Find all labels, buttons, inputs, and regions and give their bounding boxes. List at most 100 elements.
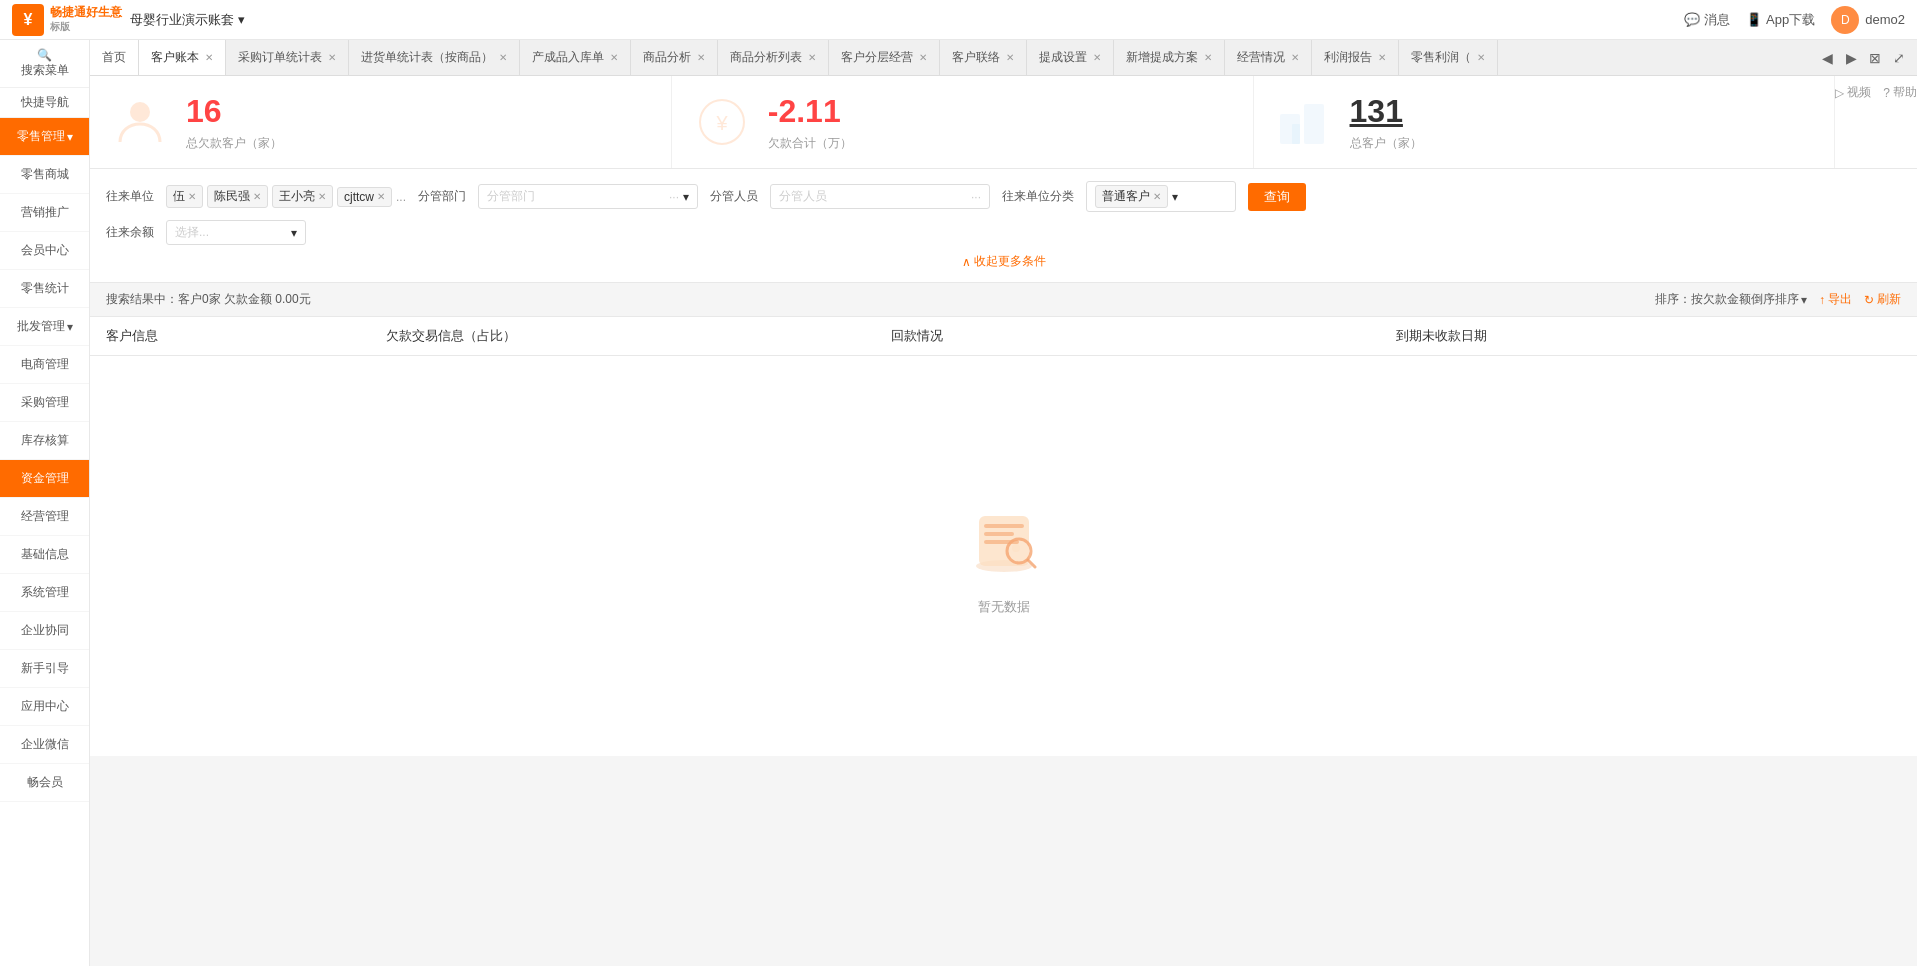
empty-illustration	[959, 496, 1049, 586]
sidebar-item-operation[interactable]: 经营管理	[0, 498, 89, 536]
refresh-btn[interactable]: ↻ 刷新	[1864, 291, 1901, 308]
dept-select[interactable]: 分管部门 ··· ▾	[478, 184, 698, 209]
sidebar-item-new-guide[interactable]: 新手引导	[0, 650, 89, 688]
svg-point-0	[130, 102, 150, 122]
tab-customer-contact[interactable]: 客户联络 ✕	[940, 40, 1027, 76]
table-body: 暂无数据	[90, 356, 1917, 756]
tab-expand-btn[interactable]: ⊠	[1865, 48, 1885, 68]
refresh-icon: ↻	[1864, 293, 1874, 307]
help-btn[interactable]: ? 帮助	[1883, 84, 1917, 101]
unit-tag-wu: 伍 ✕	[166, 185, 203, 208]
sidebar-item-basic-info[interactable]: 基础信息	[0, 536, 89, 574]
sidebar-item-member-center[interactable]: 会员中心	[0, 232, 89, 270]
sidebar-item-purchase[interactable]: 采购管理	[0, 384, 89, 422]
help-icon: ?	[1883, 86, 1890, 100]
tab-close-icon[interactable]: ✕	[1477, 52, 1485, 63]
sort-dropdown-icon: ▾	[1801, 293, 1807, 307]
sidebar-item-retail-stats[interactable]: 零售统计	[0, 270, 89, 308]
app-download-btn[interactable]: 📱 App下载	[1746, 11, 1815, 29]
svg-point-13	[1012, 544, 1020, 552]
sidebar-quick-nav[interactable]: 快捷导航	[0, 88, 89, 118]
user-area[interactable]: D demo2	[1831, 6, 1905, 34]
sidebar-item-app-center[interactable]: 应用中心	[0, 688, 89, 726]
tab-close-icon[interactable]: ✕	[1378, 52, 1386, 63]
company-selector[interactable]: 母婴行业演示账套 ▾	[130, 11, 245, 29]
tab-controls: ◀ ▶ ⊠ ⤢	[1809, 48, 1917, 68]
unit-filter-tags: 伍 ✕ 陈民强 ✕ 王小亮 ✕ cjttcw ✕	[166, 185, 406, 208]
unit-tag-chen-close[interactable]: ✕	[253, 191, 261, 202]
unit-category-label: 往来单位分类	[1002, 188, 1074, 205]
page-content: 16 总欠款客户（家） ¥ -2.11 欠款合计（万）	[90, 76, 1917, 966]
collapse-btn[interactable]: ∧ 收起更多条件	[106, 253, 1901, 270]
tab-product-analysis[interactable]: 商品分析 ✕	[631, 40, 718, 76]
unit-category-select[interactable]: 普通客户 ✕ ▾	[1086, 181, 1236, 212]
tab-retail-profit[interactable]: 零售利润（ ✕	[1399, 40, 1498, 76]
tab-close-icon[interactable]: ✕	[610, 52, 618, 63]
sidebar-search[interactable]: 🔍 搜索菜单	[0, 40, 89, 88]
tab-close-icon[interactable]: ✕	[205, 52, 213, 63]
tab-close-icon[interactable]: ✕	[1291, 52, 1299, 63]
tab-close-icon[interactable]: ✕	[1093, 52, 1101, 63]
tab-customer-tier[interactable]: 客户分层经营 ✕	[829, 40, 940, 76]
sidebar-item-retail-mgmt[interactable]: 零售管理 ▾	[0, 118, 89, 156]
message-btn[interactable]: 💬 消息	[1684, 11, 1730, 29]
remaining-select[interactable]: 选择... ▾	[166, 220, 306, 245]
tab-next-btn[interactable]: ▶	[1841, 48, 1861, 68]
tab-close-icon[interactable]: ✕	[1204, 52, 1212, 63]
stat-label-count: 总客户（家）	[1350, 135, 1422, 152]
tab-home[interactable]: 首页	[90, 40, 139, 76]
tab-purchase-order-stats[interactable]: 采购订单统计表 ✕	[226, 40, 349, 76]
tab-customer-book[interactable]: 客户账本 ✕	[139, 40, 226, 76]
table-header: 客户信息 欠款交易信息（占比） 回款情况 到期未收款日期	[90, 317, 1917, 356]
query-button[interactable]: 查询	[1248, 183, 1306, 211]
sidebar-item-retail-shop[interactable]: 零售商城	[0, 156, 89, 194]
tab-cost-entry[interactable]: 产成品入库单 ✕	[520, 40, 631, 76]
tab-fullscreen-btn[interactable]: ⤢	[1889, 48, 1909, 68]
video-btn[interactable]: ▷ 视频	[1835, 84, 1871, 101]
sidebar-item-system[interactable]: 系统管理	[0, 574, 89, 612]
unit-tag-wu-close[interactable]: ✕	[188, 191, 196, 202]
tab-close-icon[interactable]: ✕	[808, 52, 816, 63]
person-more-icon: ···	[971, 190, 981, 204]
unit-category-tag-close[interactable]: ✕	[1153, 191, 1161, 202]
tab-close-icon[interactable]: ✕	[697, 52, 705, 63]
sidebar-item-batch-mgmt[interactable]: 批发管理 ▾	[0, 308, 89, 346]
tab-product-analysis-list[interactable]: 商品分析列表 ✕	[718, 40, 829, 76]
unit-category-dropdown-icon: ▾	[1172, 190, 1178, 204]
sidebar-item-finance[interactable]: 资金管理	[0, 460, 89, 498]
unit-category-tags: 普通客户 ✕	[1095, 185, 1168, 208]
sidebar-item-enterprise-coop[interactable]: 企业协同	[0, 612, 89, 650]
message-icon: 💬	[1684, 12, 1700, 27]
person-select[interactable]: 分管人员 ···	[770, 184, 990, 209]
tab-new-raise-plan[interactable]: 新增提成方案 ✕	[1114, 40, 1225, 76]
filter-row-2: 往来余额 选择... ▾	[106, 220, 1901, 245]
sort-select[interactable]: 排序：按欠款金额倒序排序 ▾	[1655, 291, 1807, 308]
unit-tag-wang: 王小亮 ✕	[272, 185, 333, 208]
sidebar-item-marketing[interactable]: 营销推广	[0, 194, 89, 232]
tab-close-icon[interactable]: ✕	[499, 52, 507, 63]
tab-operation-status[interactable]: 经营情况 ✕	[1225, 40, 1312, 76]
sidebar-item-enterprise-wechat[interactable]: 企业微信	[0, 726, 89, 764]
tab-close-icon[interactable]: ✕	[328, 52, 336, 63]
stat-icon-count	[1274, 92, 1334, 152]
filter-row-1: 往来单位 伍 ✕ 陈民强 ✕ 王小亮 ✕	[106, 181, 1901, 212]
top-bar-left: ¥ 畅捷通好生意 标版 母婴行业演示账套 ▾	[12, 4, 245, 36]
tab-close-icon[interactable]: ✕	[1006, 52, 1014, 63]
sidebar-item-inventory[interactable]: 库存核算	[0, 422, 89, 460]
tab-purchase-stats-by-product[interactable]: 进货单统计表（按商品） ✕	[349, 40, 520, 76]
tab-raise-settings[interactable]: 提成设置 ✕	[1027, 40, 1114, 76]
unit-filter-label: 往来单位	[106, 188, 154, 205]
dept-dropdown-icon: ▾	[683, 190, 689, 204]
tab-profit-report[interactable]: 利润报告 ✕	[1312, 40, 1399, 76]
logo-text: 畅捷通好生意 标版	[50, 5, 122, 33]
unit-tag-wang-close[interactable]: ✕	[318, 191, 326, 202]
sidebar-item-ecommerce[interactable]: 电商管理	[0, 346, 89, 384]
sidebar-item-vip-member[interactable]: 畅会员	[0, 764, 89, 802]
unit-tag-cjttcw-close[interactable]: ✕	[377, 191, 385, 202]
tab-prev-btn[interactable]: ◀	[1817, 48, 1837, 68]
svg-rect-4	[1304, 104, 1324, 144]
export-btn[interactable]: ↑ 导出	[1819, 291, 1852, 308]
result-info: 搜索结果中：客户0家 欠款金额 0.00元	[106, 291, 311, 308]
tab-close-icon[interactable]: ✕	[919, 52, 927, 63]
filter-more-btn[interactable]: ...	[396, 190, 406, 204]
